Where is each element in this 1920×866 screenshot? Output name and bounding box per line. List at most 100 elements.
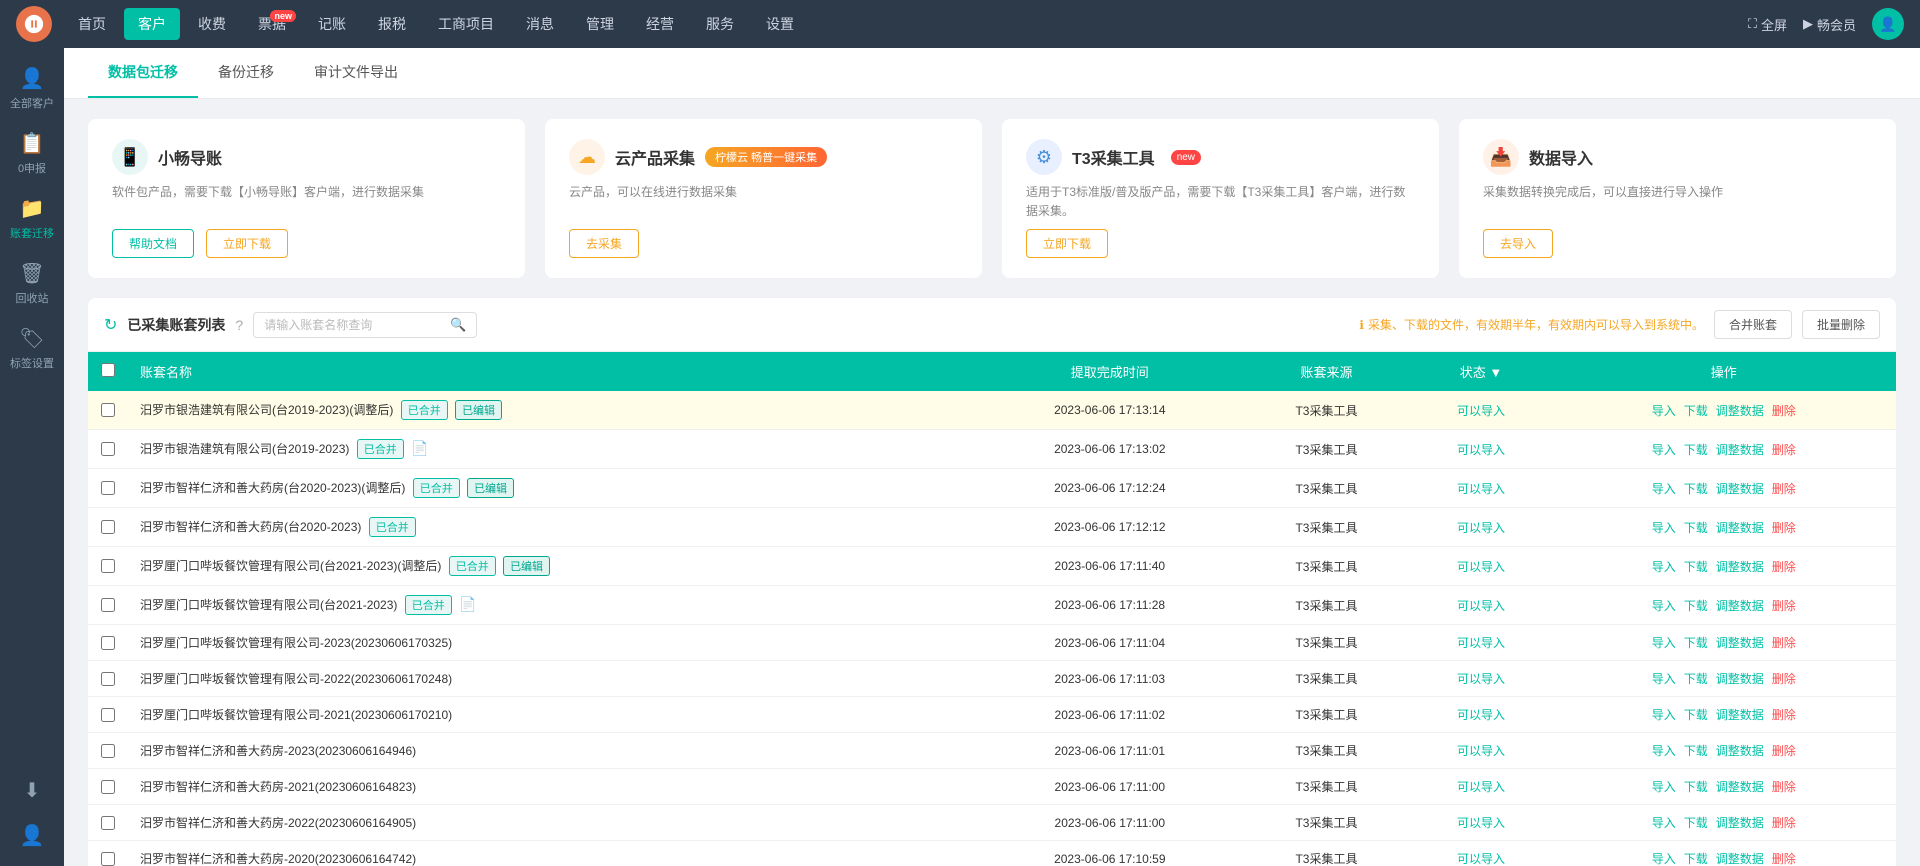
action-下载[interactable]: 下载: [1684, 443, 1708, 457]
nav-item-settings[interactable]: 设置: [752, 8, 808, 40]
action-删除[interactable]: 删除: [1772, 599, 1796, 613]
select-all-checkbox[interactable]: [101, 363, 115, 377]
action-调整数据[interactable]: 调整数据: [1716, 672, 1764, 686]
refresh-icon[interactable]: ↻: [104, 315, 117, 335]
action-下载[interactable]: 下载: [1684, 599, 1708, 613]
nav-item-business[interactable]: 工商项目: [424, 8, 508, 40]
action-调整数据[interactable]: 调整数据: [1716, 404, 1764, 418]
action-导入[interactable]: 导入: [1652, 780, 1676, 794]
row-checkbox[interactable]: [101, 481, 115, 495]
nav-item-tax[interactable]: 报税: [364, 8, 420, 40]
action-导入[interactable]: 导入: [1652, 708, 1676, 722]
sidebar-item-tag-settings[interactable]: 🏷 标签设置: [0, 316, 64, 381]
row-checkbox[interactable]: [101, 744, 115, 758]
nav-item-home[interactable]: 首页: [64, 8, 120, 40]
action-下载[interactable]: 下载: [1684, 708, 1708, 722]
action-删除[interactable]: 删除: [1772, 852, 1796, 866]
action-删除[interactable]: 删除: [1772, 560, 1796, 574]
action-下载[interactable]: 下载: [1684, 560, 1708, 574]
action-下载[interactable]: 下载: [1684, 521, 1708, 535]
card2-collect-btn[interactable]: 去采集: [569, 229, 639, 258]
action-调整数据[interactable]: 调整数据: [1716, 560, 1764, 574]
action-导入[interactable]: 导入: [1652, 521, 1676, 535]
row-checkbox[interactable]: [101, 520, 115, 534]
batch-delete-button[interactable]: 批量删除: [1802, 310, 1880, 339]
action-调整数据[interactable]: 调整数据: [1716, 852, 1764, 866]
row-checkbox[interactable]: [101, 636, 115, 650]
search-submit-icon[interactable]: 🔍: [450, 317, 466, 333]
sidebar-item-user-profile[interactable]: 👤: [20, 813, 45, 858]
nav-item-client[interactable]: 客户: [124, 8, 180, 40]
nav-item-bookkeeping[interactable]: 记账: [304, 8, 360, 40]
action-删除[interactable]: 删除: [1772, 816, 1796, 830]
tab-audit-export[interactable]: 审计文件导出: [294, 48, 418, 98]
action-下载[interactable]: 下载: [1684, 780, 1708, 794]
action-导入[interactable]: 导入: [1652, 404, 1676, 418]
action-下载[interactable]: 下载: [1684, 482, 1708, 496]
action-下载[interactable]: 下载: [1684, 816, 1708, 830]
action-删除[interactable]: 删除: [1772, 708, 1796, 722]
tab-backup-migration[interactable]: 备份迁移: [198, 48, 294, 98]
action-删除[interactable]: 删除: [1772, 744, 1796, 758]
action-调整数据[interactable]: 调整数据: [1716, 708, 1764, 722]
action-调整数据[interactable]: 调整数据: [1716, 599, 1764, 613]
sidebar-item-all-clients[interactable]: 👤 全部客户: [0, 56, 64, 121]
action-下载[interactable]: 下载: [1684, 852, 1708, 866]
action-导入[interactable]: 导入: [1652, 816, 1676, 830]
nav-item-manage[interactable]: 管理: [572, 8, 628, 40]
row-checkbox[interactable]: [101, 816, 115, 830]
row-checkbox[interactable]: [101, 598, 115, 612]
action-导入[interactable]: 导入: [1652, 482, 1676, 496]
action-下载[interactable]: 下载: [1684, 672, 1708, 686]
action-下载[interactable]: 下载: [1684, 404, 1708, 418]
sidebar-item-account-migrate[interactable]: 📁 账套迁移: [0, 186, 64, 251]
card1-help-btn[interactable]: 帮助文档: [112, 229, 194, 258]
action-调整数据[interactable]: 调整数据: [1716, 780, 1764, 794]
nav-item-invoice[interactable]: 票据new: [244, 8, 300, 40]
member-button[interactable]: ▶ 畅会员: [1803, 15, 1856, 34]
action-下载[interactable]: 下载: [1684, 636, 1708, 650]
row-checkbox[interactable]: [101, 559, 115, 573]
action-调整数据[interactable]: 调整数据: [1716, 816, 1764, 830]
nav-item-message[interactable]: 消息: [512, 8, 568, 40]
action-导入[interactable]: 导入: [1652, 443, 1676, 457]
fullscreen-button[interactable]: ⛶ 全屏: [1748, 15, 1787, 34]
action-导入[interactable]: 导入: [1652, 599, 1676, 613]
action-下载[interactable]: 下载: [1684, 744, 1708, 758]
action-导入[interactable]: 导入: [1652, 852, 1676, 866]
user-avatar[interactable]: 👤: [1872, 8, 1904, 40]
action-调整数据[interactable]: 调整数据: [1716, 744, 1764, 758]
action-导入[interactable]: 导入: [1652, 560, 1676, 574]
row-checkbox[interactable]: [101, 708, 115, 722]
card3-download-btn[interactable]: 立即下载: [1026, 229, 1108, 258]
merge-accounts-button[interactable]: 合并账套: [1714, 310, 1792, 339]
action-导入[interactable]: 导入: [1652, 744, 1676, 758]
action-删除[interactable]: 删除: [1772, 636, 1796, 650]
action-导入[interactable]: 导入: [1652, 636, 1676, 650]
row-checkbox[interactable]: [101, 780, 115, 794]
tab-data-migration[interactable]: 数据包迁移: [88, 48, 198, 98]
row-checkbox[interactable]: [101, 442, 115, 456]
action-删除[interactable]: 删除: [1772, 404, 1796, 418]
card1-download-btn[interactable]: 立即下载: [206, 229, 288, 258]
action-调整数据[interactable]: 调整数据: [1716, 443, 1764, 457]
action-删除[interactable]: 删除: [1772, 482, 1796, 496]
row-checkbox[interactable]: [101, 672, 115, 686]
action-删除[interactable]: 删除: [1772, 521, 1796, 535]
sidebar-item-download[interactable]: ⬇: [20, 768, 45, 813]
action-导入[interactable]: 导入: [1652, 672, 1676, 686]
nav-item-billing[interactable]: 收费: [184, 8, 240, 40]
sidebar-item-zero-declare[interactable]: 📋 0申报: [0, 121, 64, 186]
action-删除[interactable]: 删除: [1772, 672, 1796, 686]
action-调整数据[interactable]: 调整数据: [1716, 636, 1764, 650]
nav-item-service[interactable]: 服务: [692, 8, 748, 40]
action-调整数据[interactable]: 调整数据: [1716, 482, 1764, 496]
search-input[interactable]: [264, 318, 444, 332]
action-删除[interactable]: 删除: [1772, 443, 1796, 457]
nav-item-operation[interactable]: 经营: [632, 8, 688, 40]
help-icon[interactable]: ?: [235, 317, 243, 333]
action-调整数据[interactable]: 调整数据: [1716, 521, 1764, 535]
card4-import-btn[interactable]: 去导入: [1483, 229, 1553, 258]
sidebar-item-recycle[interactable]: 🗑 回收站: [0, 251, 64, 316]
row-checkbox[interactable]: [101, 852, 115, 866]
